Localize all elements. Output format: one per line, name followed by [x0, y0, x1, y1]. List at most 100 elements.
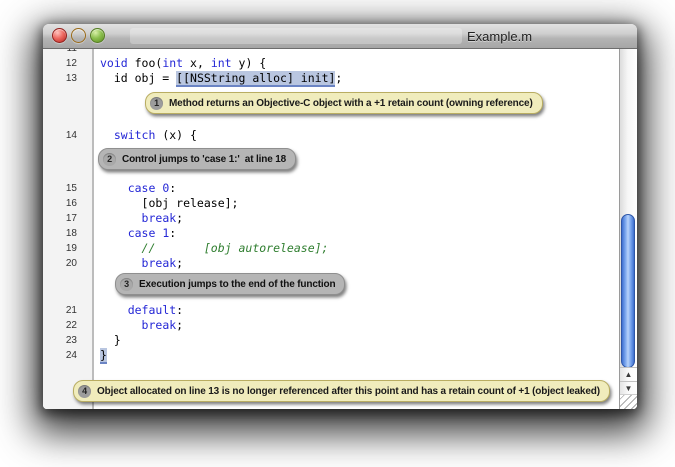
code-rows: 1112void foo(int x, int y) {13 id obj = … [43, 49, 620, 402]
analyzer-bubble-row: 2 Control jumps to 'case 1:' at line 18 [43, 148, 620, 170]
source-editor: 1112void foo(int x, int y) {13 id obj = … [43, 49, 637, 409]
bubble-text: Method returns an Objective-C object wit… [169, 98, 533, 109]
code-token: } [100, 348, 107, 364]
line-number: 17 [43, 211, 77, 226]
row-spacer [43, 170, 620, 181]
bubble-text: Object allocated on line 13 is no longer… [97, 386, 600, 397]
code-text: switch (x) { [43, 128, 620, 143]
code-text: break; [43, 256, 620, 271]
code-text: default: [43, 303, 620, 318]
resize-grip-icon[interactable] [620, 394, 637, 409]
row-spacer [43, 363, 620, 380]
code-line: 11 [43, 49, 620, 56]
code-text: [obj release]; [43, 196, 620, 211]
analyzer-bubble: 1 Method returns an Objective-C object wi… [145, 92, 543, 114]
code-token: y) { [232, 56, 267, 70]
vertical-scrollbar[interactable]: ▲ ▼ [619, 49, 637, 409]
analyzer-bubble: 3Execution jumps to the end of the funct… [115, 273, 345, 295]
line-number: 22 [43, 318, 77, 333]
bubble-number-badge: 4 [78, 385, 91, 398]
code-token: id obj = [100, 71, 176, 85]
line-number: 14 [43, 128, 77, 143]
code-token: [obj release]; [100, 196, 238, 210]
analyzer-bubble: 4 Object allocated on line 13 is no longe… [73, 380, 610, 402]
code-text: case 1: [43, 226, 620, 241]
code-token: ; [176, 318, 183, 332]
code-token: ; [176, 211, 183, 225]
code-token: int [162, 56, 183, 70]
code-token: foo( [128, 56, 163, 70]
code-line: 21 default: [43, 303, 620, 318]
line-number: 23 [43, 333, 77, 348]
code-token: switch [114, 128, 156, 142]
code-token: } [100, 333, 121, 347]
row-spacer [43, 295, 620, 303]
bubble-number-badge: 1 [150, 97, 163, 110]
code-line: 15 case 0: [43, 181, 620, 196]
bubble-number-badge: 2 [103, 153, 116, 166]
code-line: 24} [43, 348, 620, 363]
code-token [100, 226, 128, 240]
line-number: 24 [43, 348, 77, 363]
code-token [100, 256, 142, 270]
line-number: 18 [43, 226, 77, 241]
code-token: : [169, 226, 176, 240]
window-title: Example.m [467, 24, 532, 48]
bubble-text: Execution jumps to the end of the functi… [139, 279, 335, 290]
code-token: int [211, 56, 232, 70]
line-number: 20 [43, 256, 77, 271]
row-spacer [43, 114, 620, 128]
line-number: 15 [43, 181, 77, 196]
code-token: ; [335, 71, 342, 85]
line-number: 11 [43, 49, 77, 56]
scroll-up-arrow-icon[interactable]: ▲ [620, 367, 637, 381]
code-token: case [128, 181, 156, 195]
code-text: } [43, 348, 620, 363]
code-token [100, 181, 128, 195]
line-number: 13 [43, 71, 77, 86]
code-token: x, [183, 56, 211, 70]
code-token [100, 211, 142, 225]
analyzer-bubble: 2 Control jumps to 'case 1:' at line 18 [98, 148, 296, 170]
zoom-button[interactable] [90, 28, 105, 43]
code-text: break; [43, 211, 620, 226]
scrollbar-thumb[interactable] [621, 214, 635, 368]
code-token: break [142, 318, 177, 332]
code-token: case [128, 226, 156, 240]
analyzer-bubble-row: 1 Method returns an Objective-C object wi… [43, 92, 620, 114]
window-titlebar[interactable]: Example.m [43, 24, 637, 49]
code-line: 20 break; [43, 256, 620, 271]
code-token: ; [176, 256, 183, 270]
bubble-text: Control jumps to 'case 1:' at line 18 [122, 154, 286, 165]
line-number: 16 [43, 196, 77, 211]
desktop-background: Example.m 1112void foo(int x, int y) {13… [0, 0, 675, 467]
analyzer-bubble-row: 4 Object allocated on line 13 is no longe… [43, 380, 620, 402]
code-token [100, 128, 114, 142]
line-number: 12 [43, 56, 77, 71]
code-text: case 0: [43, 181, 620, 196]
analyzer-bubble-row: 3Execution jumps to the end of the funct… [43, 273, 620, 295]
close-button[interactable] [52, 28, 67, 43]
code-token: : [176, 303, 183, 317]
code-token [100, 303, 128, 317]
code-line: 14 switch (x) { [43, 128, 620, 143]
code-token: // [obj autorelease]; [100, 241, 328, 255]
code-line: 17 break; [43, 211, 620, 226]
code-line: 23 } [43, 333, 620, 348]
minimize-button[interactable] [71, 28, 86, 43]
scroll-down-arrow-icon[interactable]: ▼ [620, 381, 637, 395]
code-token: void [100, 56, 128, 70]
code-line: 22 break; [43, 318, 620, 333]
code-text: // [obj autorelease]; [43, 241, 620, 256]
code-line: 18 case 1: [43, 226, 620, 241]
code-line: 16 [obj release]; [43, 196, 620, 211]
code-text: break; [43, 318, 620, 333]
code-text: void foo(int x, int y) { [43, 56, 620, 71]
code-token: break [142, 256, 177, 270]
code-text: } [43, 333, 620, 348]
code-line: 19 // [obj autorelease]; [43, 241, 620, 256]
line-number: 19 [43, 241, 77, 256]
code-token: default [128, 303, 176, 317]
code-text: id obj = [[NSString alloc] init]; [43, 71, 620, 86]
code-token: : [169, 181, 176, 195]
